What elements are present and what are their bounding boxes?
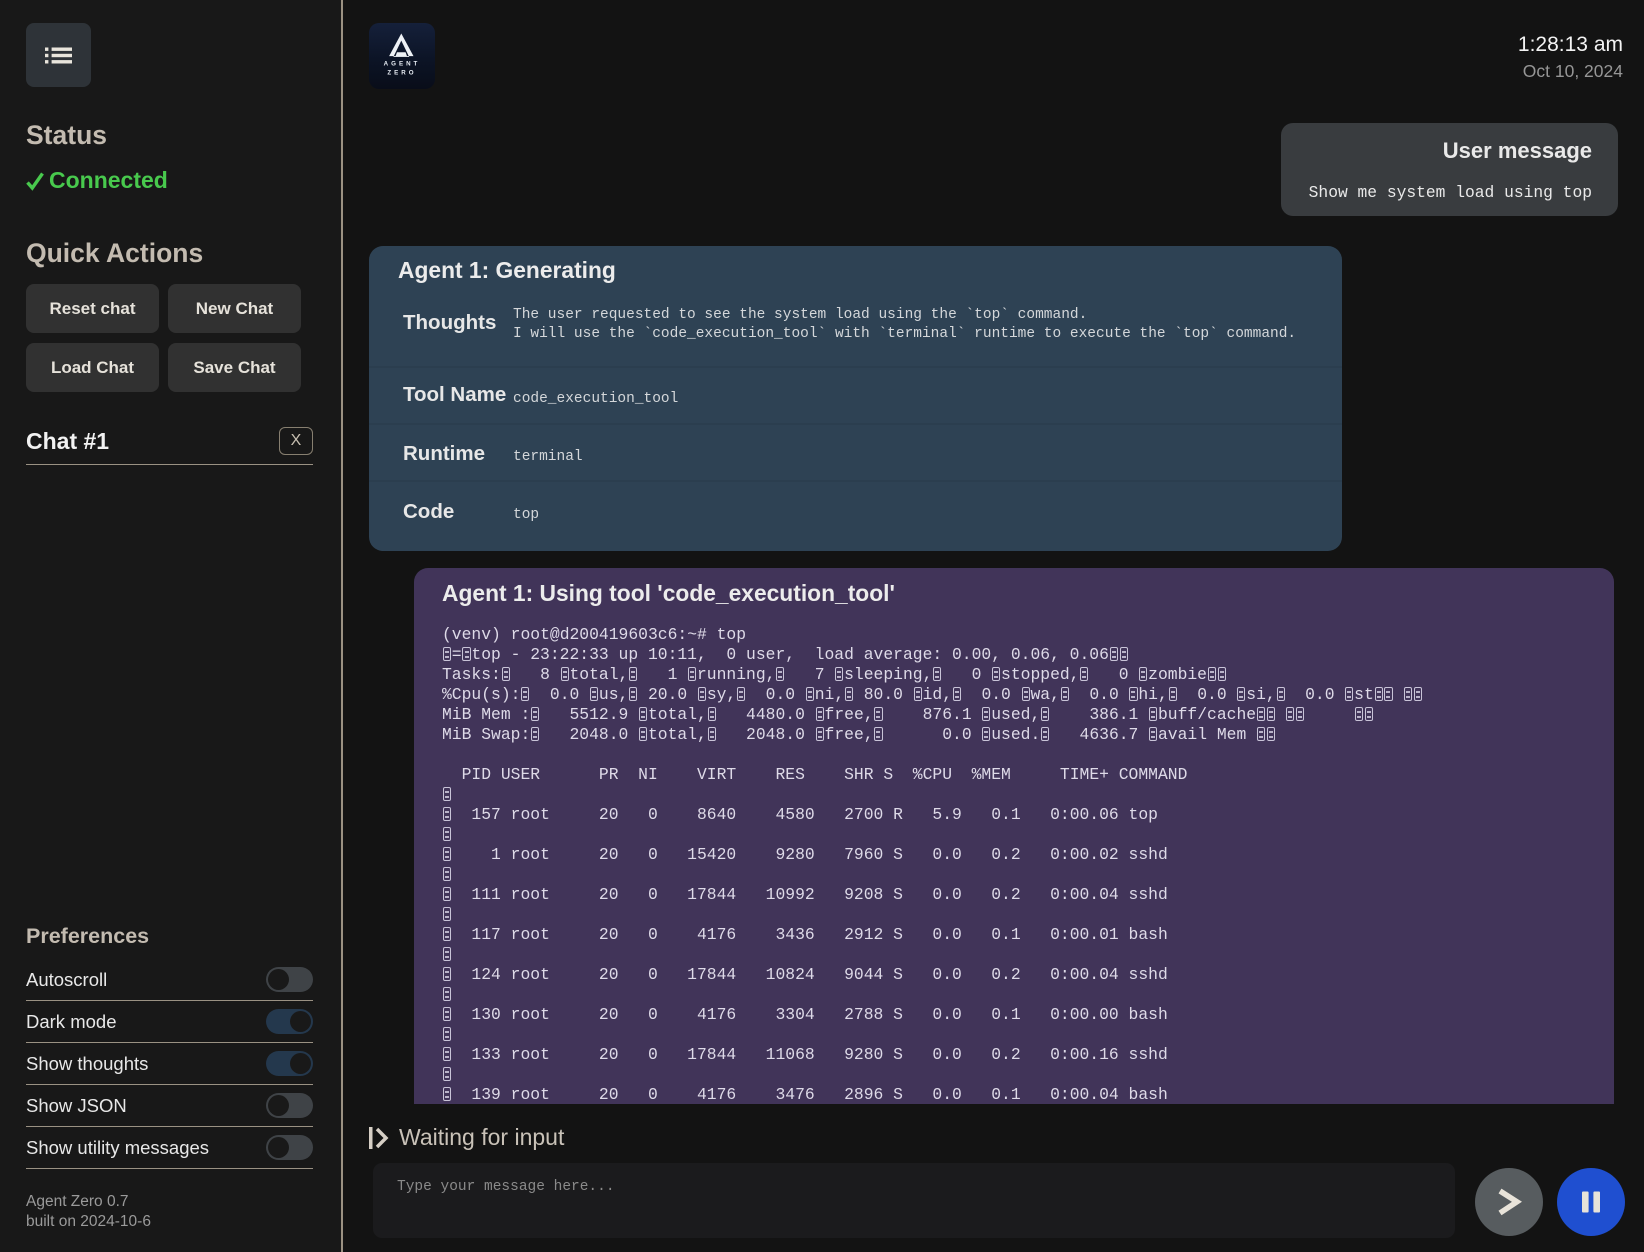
- svg-text:AGENT: AGENT: [384, 61, 421, 68]
- svg-text:ZERO: ZERO: [387, 70, 416, 77]
